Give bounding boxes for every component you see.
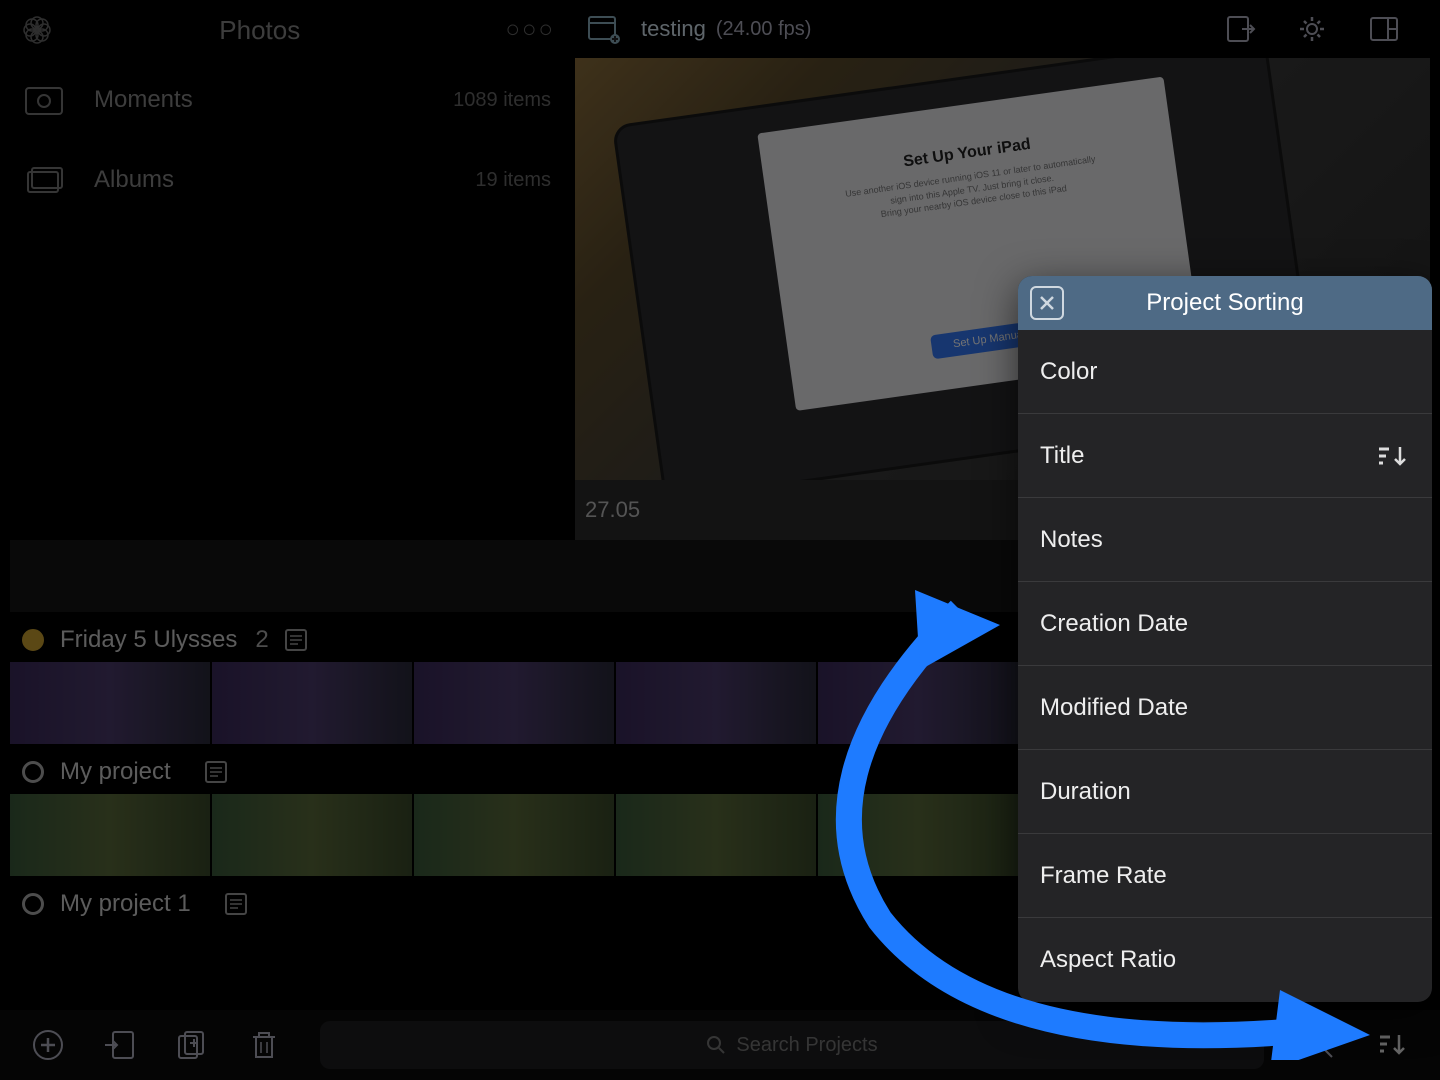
sort-option-modified-date[interactable]: Modified Date [1018, 666, 1432, 750]
sidebar-item-label: Moments [94, 86, 453, 114]
sidebar-title: Photos [14, 15, 506, 46]
import-button[interactable] [94, 1019, 146, 1071]
sort-option-label: Aspect Ratio [1040, 946, 1176, 974]
sidebar-item-label: Albums [94, 166, 475, 194]
search-input[interactable]: Search Projects [320, 1021, 1264, 1069]
sort-option-duration[interactable]: Duration [1018, 750, 1432, 834]
add-project-button[interactable] [22, 1019, 74, 1071]
filter-button[interactable] [1294, 1019, 1346, 1071]
color-tag-icon[interactable] [22, 761, 44, 783]
clip-thumbnail[interactable] [212, 662, 412, 744]
sidebar-item-albums[interactable]: Albums 19 items [0, 140, 575, 220]
preview-header: testing (24.00 fps) [575, 0, 1430, 58]
popover-header: Project Sorting [1018, 276, 1432, 330]
duplicate-button[interactable] [166, 1019, 218, 1071]
clip-thumbnail[interactable] [414, 794, 614, 876]
sort-option-title[interactable]: Title [1018, 414, 1432, 498]
color-tag-icon[interactable] [22, 893, 44, 915]
project-fps: (24.00 fps) [716, 18, 812, 41]
sort-option-frame-rate[interactable]: Frame Rate [1018, 834, 1432, 918]
settings-button[interactable] [1288, 5, 1336, 53]
sidebar-item-count: 1089 items [453, 89, 551, 112]
delete-button[interactable] [238, 1019, 290, 1071]
sort-option-label: Notes [1040, 526, 1103, 554]
layout-button[interactable] [1360, 5, 1408, 53]
sort-direction-icon [1376, 443, 1410, 469]
clip-thumbnail[interactable] [616, 794, 816, 876]
project-name: Friday 5 Ulysses [60, 626, 237, 654]
project-clip-count: 2 [255, 626, 268, 654]
search-icon [706, 1035, 726, 1055]
clip-thumbnail[interactable] [818, 794, 1018, 876]
clip-thumbnail[interactable] [818, 662, 1018, 744]
sort-option-creation-date[interactable]: Creation Date [1018, 582, 1432, 666]
notes-icon[interactable] [223, 891, 249, 917]
clip-thumbnail[interactable] [616, 662, 816, 744]
sidebar-item-count: 19 items [475, 169, 551, 192]
notes-icon[interactable] [203, 759, 229, 785]
popover-title: Project Sorting [1030, 289, 1420, 317]
sort-option-aspect-ratio[interactable]: Aspect Ratio [1018, 918, 1432, 1002]
more-icon[interactable]: ○○○ [506, 16, 556, 44]
clip-thumbnail[interactable] [10, 662, 210, 744]
timecode: 27.05 [585, 497, 640, 523]
project-name: My project 1 [60, 890, 191, 918]
photos-sidebar: Photos ○○○ Moments 1089 items Albums 19 … [0, 0, 575, 540]
clip-thumbnail[interactable] [414, 662, 614, 744]
clip-thumbnail[interactable] [212, 794, 412, 876]
project-name: My project [60, 758, 171, 786]
export-button[interactable] [1216, 5, 1264, 53]
sort-option-label: Creation Date [1040, 610, 1188, 638]
clip-thumbnail[interactable] [10, 794, 210, 876]
albums-icon [24, 164, 64, 196]
sort-option-notes[interactable]: Notes [1018, 498, 1432, 582]
project-title: testing [641, 16, 706, 42]
sidebar-header: Photos ○○○ [0, 0, 575, 60]
sort-button[interactable] [1366, 1019, 1418, 1071]
notes-icon[interactable] [283, 627, 309, 653]
sidebar-item-moments[interactable]: Moments 1089 items [0, 60, 575, 140]
sort-option-label: Duration [1040, 778, 1131, 806]
moments-icon [24, 84, 64, 116]
sort-option-label: Title [1040, 442, 1084, 470]
project-icon[interactable] [585, 11, 621, 47]
sort-option-label: Frame Rate [1040, 862, 1167, 890]
sort-option-label: Color [1040, 358, 1097, 386]
sort-option-label: Modified Date [1040, 694, 1188, 722]
project-sorting-popover: Project Sorting Color Title Notes Creati… [1018, 276, 1432, 1002]
search-placeholder: Search Projects [736, 1034, 877, 1057]
color-tag-icon[interactable] [22, 629, 44, 651]
bottom-toolbar: Search Projects [0, 1010, 1440, 1080]
sort-option-color[interactable]: Color [1018, 330, 1432, 414]
